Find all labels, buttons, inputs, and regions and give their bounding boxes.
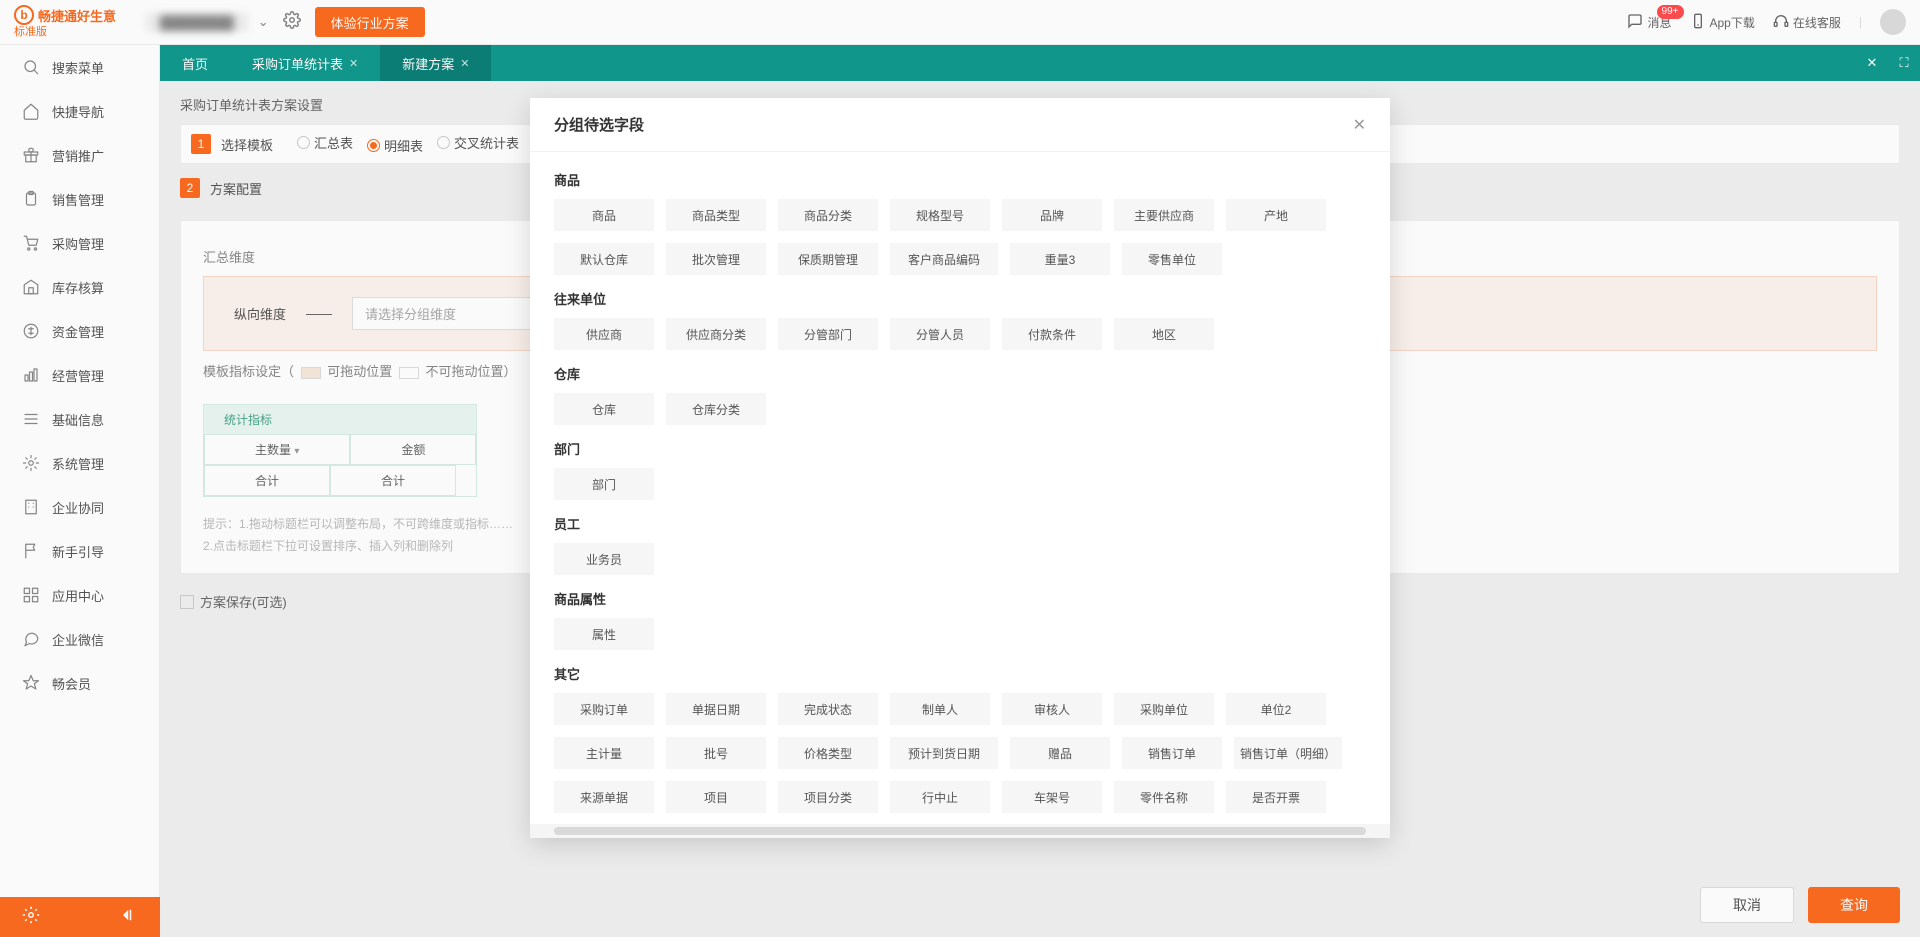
- field-option[interactable]: 制单人: [890, 693, 990, 725]
- field-group-4: 员工业务员: [554, 514, 1366, 575]
- field-option[interactable]: 完成状态: [778, 693, 878, 725]
- field-option[interactable]: 商品类型: [666, 199, 766, 231]
- field-option[interactable]: 保质期管理: [778, 243, 878, 275]
- field-option[interactable]: 赠品: [1010, 737, 1110, 769]
- field-option[interactable]: 来源单据: [554, 781, 654, 813]
- field-option[interactable]: 项目分类: [778, 781, 878, 813]
- field-option[interactable]: 默认仓库: [554, 243, 654, 275]
- field-option[interactable]: 主要供应商: [1114, 199, 1214, 231]
- field-option[interactable]: 仓库: [554, 393, 654, 425]
- field-option[interactable]: 审核人: [1002, 693, 1102, 725]
- field-option[interactable]: 供应商分类: [666, 318, 766, 350]
- field-picker-modal: 分组待选字段 ✕ 商品商品商品类型商品分类规格型号品牌主要供应商产地默认仓库批次…: [530, 98, 1390, 838]
- field-group-title: 往来单位: [554, 289, 1366, 308]
- modal-title: 分组待选字段: [554, 114, 644, 135]
- field-option[interactable]: 批次管理: [666, 243, 766, 275]
- field-option[interactable]: 零件名称: [1114, 781, 1214, 813]
- modal-horizontal-scrollbar[interactable]: [530, 824, 1390, 838]
- field-option[interactable]: 付款条件: [1002, 318, 1102, 350]
- field-option[interactable]: 销售订单: [1122, 737, 1222, 769]
- field-option[interactable]: 采购订单: [554, 693, 654, 725]
- field-group-3: 部门部门: [554, 439, 1366, 500]
- field-option[interactable]: 车架号: [1002, 781, 1102, 813]
- close-icon[interactable]: ✕: [1353, 115, 1366, 135]
- field-option[interactable]: 地区: [1114, 318, 1214, 350]
- field-option[interactable]: 品牌: [1002, 199, 1102, 231]
- field-option[interactable]: 单位2: [1226, 693, 1326, 725]
- field-option[interactable]: 仓库分类: [666, 393, 766, 425]
- field-group-0: 商品商品商品类型商品分类规格型号品牌主要供应商产地默认仓库批次管理保质期管理客户…: [554, 170, 1366, 275]
- field-option[interactable]: 单据日期: [666, 693, 766, 725]
- field-option[interactable]: 分管人员: [890, 318, 990, 350]
- field-option[interactable]: 客户商品编码: [890, 243, 998, 275]
- field-option[interactable]: 销售订单（明细）: [1234, 737, 1342, 769]
- field-option[interactable]: 产地: [1226, 199, 1326, 231]
- field-option[interactable]: 行中止: [890, 781, 990, 813]
- field-option[interactable]: 是否开票: [1226, 781, 1326, 813]
- field-option[interactable]: 主计量: [554, 737, 654, 769]
- field-option[interactable]: 重量3: [1010, 243, 1110, 275]
- field-option[interactable]: 预计到货日期: [890, 737, 998, 769]
- field-group-title: 部门: [554, 439, 1366, 458]
- field-option[interactable]: 规格型号: [890, 199, 990, 231]
- field-option[interactable]: 商品: [554, 199, 654, 231]
- field-option[interactable]: 商品分类: [778, 199, 878, 231]
- field-group-6: 其它采购订单单据日期完成状态制单人审核人采购单位单位2 主计量批号价格类型预计到货…: [554, 664, 1366, 813]
- field-group-title: 商品: [554, 170, 1366, 189]
- field-option[interactable]: 供应商: [554, 318, 654, 350]
- field-group-title: 商品属性: [554, 589, 1366, 608]
- field-option[interactable]: 采购单位: [1114, 693, 1214, 725]
- field-group-5: 商品属性属性: [554, 589, 1366, 650]
- field-group-title: 其它: [554, 664, 1366, 683]
- field-option[interactable]: 业务员: [554, 543, 654, 575]
- field-option[interactable]: 价格类型: [778, 737, 878, 769]
- field-option[interactable]: 项目: [666, 781, 766, 813]
- field-option[interactable]: 部门: [554, 468, 654, 500]
- field-option[interactable]: 零售单位: [1122, 243, 1222, 275]
- field-group-1: 往来单位供应商供应商分类分管部门分管人员付款条件地区: [554, 289, 1366, 350]
- field-group-title: 仓库: [554, 364, 1366, 383]
- field-option[interactable]: 批号: [666, 737, 766, 769]
- field-group-title: 员工: [554, 514, 1366, 533]
- field-option[interactable]: 属性: [554, 618, 654, 650]
- field-group-2: 仓库仓库仓库分类: [554, 364, 1366, 425]
- field-option[interactable]: 分管部门: [778, 318, 878, 350]
